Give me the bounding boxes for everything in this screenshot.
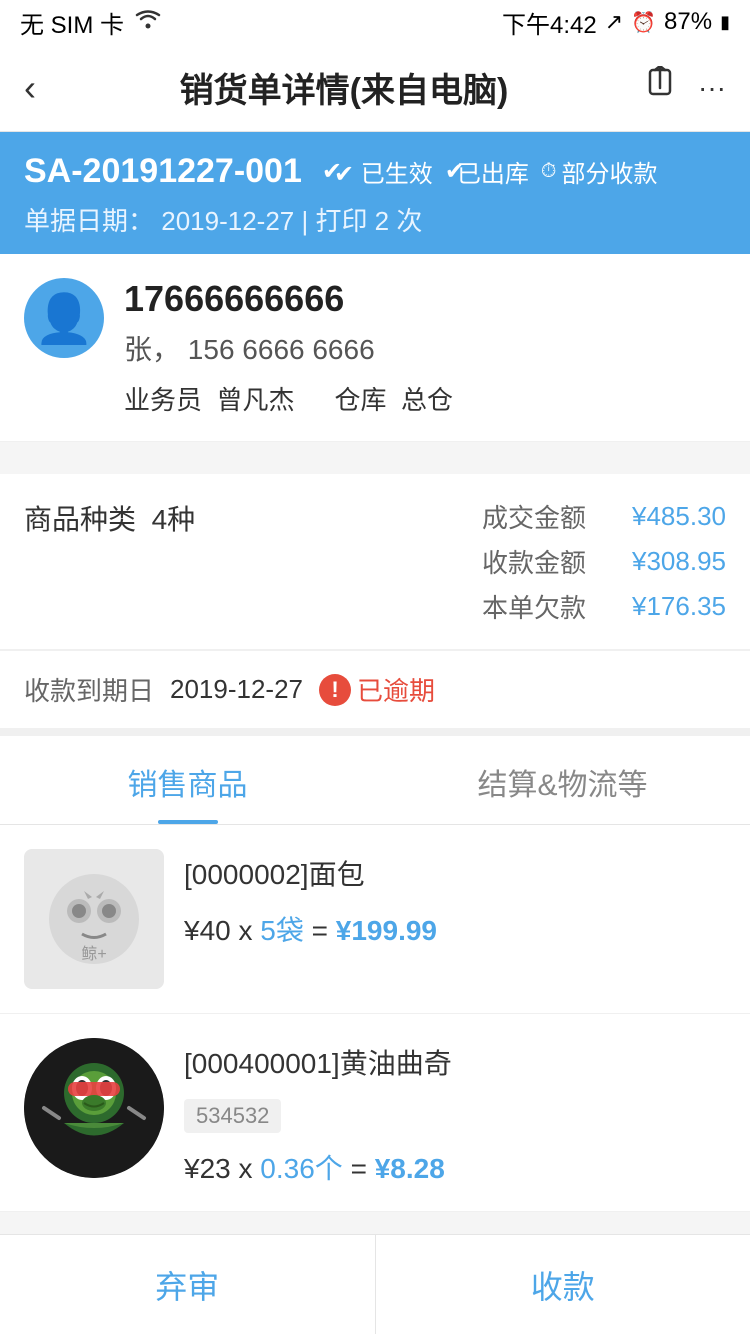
battery-text: 87% bbox=[664, 8, 712, 36]
gap-1 bbox=[0, 442, 750, 458]
salesman-info: 业务员 曾凡杰 bbox=[124, 380, 294, 417]
confirm-button[interactable]: 收款 bbox=[376, 1235, 750, 1334]
product-list: 鲸+ [0000002]面包 ¥40 x 5袋 = ¥199.99 bbox=[0, 825, 750, 1212]
product-item-1: 鲸+ [0000002]面包 ¥40 x 5袋 = ¥199.99 bbox=[0, 825, 750, 1014]
order-id: SA-20191227-001 bbox=[24, 152, 302, 191]
product-info-1: [0000002]面包 ¥40 x 5袋 = ¥199.99 bbox=[184, 849, 726, 949]
wifi-icon bbox=[134, 8, 162, 36]
order-header: SA-20191227-001 ✔ ✔ 已生效 ✔ 已出库 ⏱ 部分收款 单据日… bbox=[0, 132, 750, 254]
customer-meta: 业务员 曾凡杰 仓库 总仓 bbox=[124, 380, 726, 417]
product-name-1: [0000002]面包 bbox=[184, 853, 726, 893]
alarm-icon: ⏰ bbox=[631, 10, 656, 35]
tab-sales-products[interactable]: 销售商品 bbox=[0, 736, 375, 824]
badge-effective: ✔ ✔ 已生效 bbox=[322, 154, 433, 189]
avatar-icon: 👤 bbox=[34, 290, 94, 347]
product-thumb-2 bbox=[24, 1038, 164, 1178]
stats-category: 商品种类 4种 bbox=[24, 498, 195, 538]
thumb-placeholder-1: 鲸+ bbox=[24, 849, 164, 989]
svg-text:鲸+: 鲸+ bbox=[81, 945, 106, 963]
product-price-2: ¥23 x 0.36个 = ¥8.28 bbox=[184, 1147, 726, 1187]
product-name-2: [000400001]黄油曲奇 bbox=[184, 1042, 726, 1082]
badge-shipped: ✔ 已出库 bbox=[445, 154, 529, 189]
warehouse-info: 仓库 总仓 bbox=[334, 380, 452, 417]
nav-bar: ‹ 销货单详情(来自电脑) ··· bbox=[0, 44, 750, 132]
customer-phone: 张， 156 6666 6666 bbox=[124, 328, 726, 368]
product-item-2: [000400001]黄油曲奇 534532 ¥23 x 0.36个 = ¥8.… bbox=[0, 1014, 750, 1212]
tab-settlement[interactable]: 结算&物流等 bbox=[375, 736, 750, 824]
stat-deal: 成交金额 ¥485.30 bbox=[482, 498, 726, 535]
customer-section: 👤 17666666666 张， 156 6666 6666 业务员 曾凡杰 仓… bbox=[0, 254, 750, 442]
nav-actions: ··· bbox=[642, 66, 726, 109]
order-id-row: SA-20191227-001 ✔ ✔ 已生效 ✔ 已出库 ⏱ 部分收款 bbox=[24, 152, 726, 191]
order-date-row: 单据日期： 2019-12-27 | 打印 2 次 bbox=[24, 201, 726, 238]
stats-section: 商品种类 4种 成交金额 ¥485.30 收款金额 ¥308.95 本单欠款 ¥… bbox=[0, 474, 750, 650]
due-section: 收款到期日 2019-12-27 ! 已逾期 bbox=[0, 650, 750, 736]
battery-icon: ▮ bbox=[720, 12, 730, 33]
customer-avatar: 👤 bbox=[24, 278, 104, 358]
bottom-bar: 弃审 收款 bbox=[0, 1234, 750, 1334]
back-button[interactable]: ‹ bbox=[24, 57, 46, 119]
status-left: 无 SIM 卡 bbox=[20, 5, 162, 40]
badge-partial: ⏱ 部分收款 bbox=[541, 154, 658, 189]
share-button[interactable] bbox=[642, 66, 678, 109]
tabs-section: 销售商品 结算&物流等 bbox=[0, 736, 750, 825]
product-price-1: ¥40 x 5袋 = ¥199.99 bbox=[184, 909, 726, 949]
clock-icon: ⏱ bbox=[541, 160, 557, 183]
carrier-text: 无 SIM 卡 bbox=[20, 5, 124, 40]
order-badges: ✔ ✔ 已生效 ✔ 已出库 ⏱ 部分收款 bbox=[322, 154, 658, 189]
page-title: 销货单详情(来自电脑) bbox=[46, 63, 642, 112]
product-tag-2: 534532 bbox=[184, 1099, 281, 1133]
status-right: 下午4:42 ↗ ⏰ 87% ▮ bbox=[502, 5, 730, 40]
cancel-button[interactable]: 弃审 bbox=[0, 1235, 376, 1334]
overdue-badge: ! 已逾期 bbox=[319, 671, 435, 708]
time-text: 下午4:42 bbox=[502, 5, 597, 40]
product-thumb-1: 鲸+ bbox=[24, 849, 164, 989]
customer-id: 17666666666 bbox=[124, 278, 726, 320]
status-bar: 无 SIM 卡 下午4:42 ↗ ⏰ 87% ▮ bbox=[0, 0, 750, 44]
stat-receive: 收款金额 ¥308.95 bbox=[482, 543, 726, 580]
customer-info: 17666666666 张， 156 6666 6666 业务员 曾凡杰 仓库 … bbox=[124, 278, 726, 417]
more-button[interactable]: ··· bbox=[698, 72, 726, 104]
location-icon: ↗ bbox=[605, 9, 623, 35]
stats-right: 成交金额 ¥485.30 收款金额 ¥308.95 本单欠款 ¥176.35 bbox=[482, 498, 726, 625]
stat-debt: 本单欠款 ¥176.35 bbox=[482, 588, 726, 625]
product-info-2: [000400001]黄油曲奇 534532 ¥23 x 0.36个 = ¥8.… bbox=[184, 1038, 726, 1187]
overdue-icon: ! bbox=[319, 674, 351, 706]
